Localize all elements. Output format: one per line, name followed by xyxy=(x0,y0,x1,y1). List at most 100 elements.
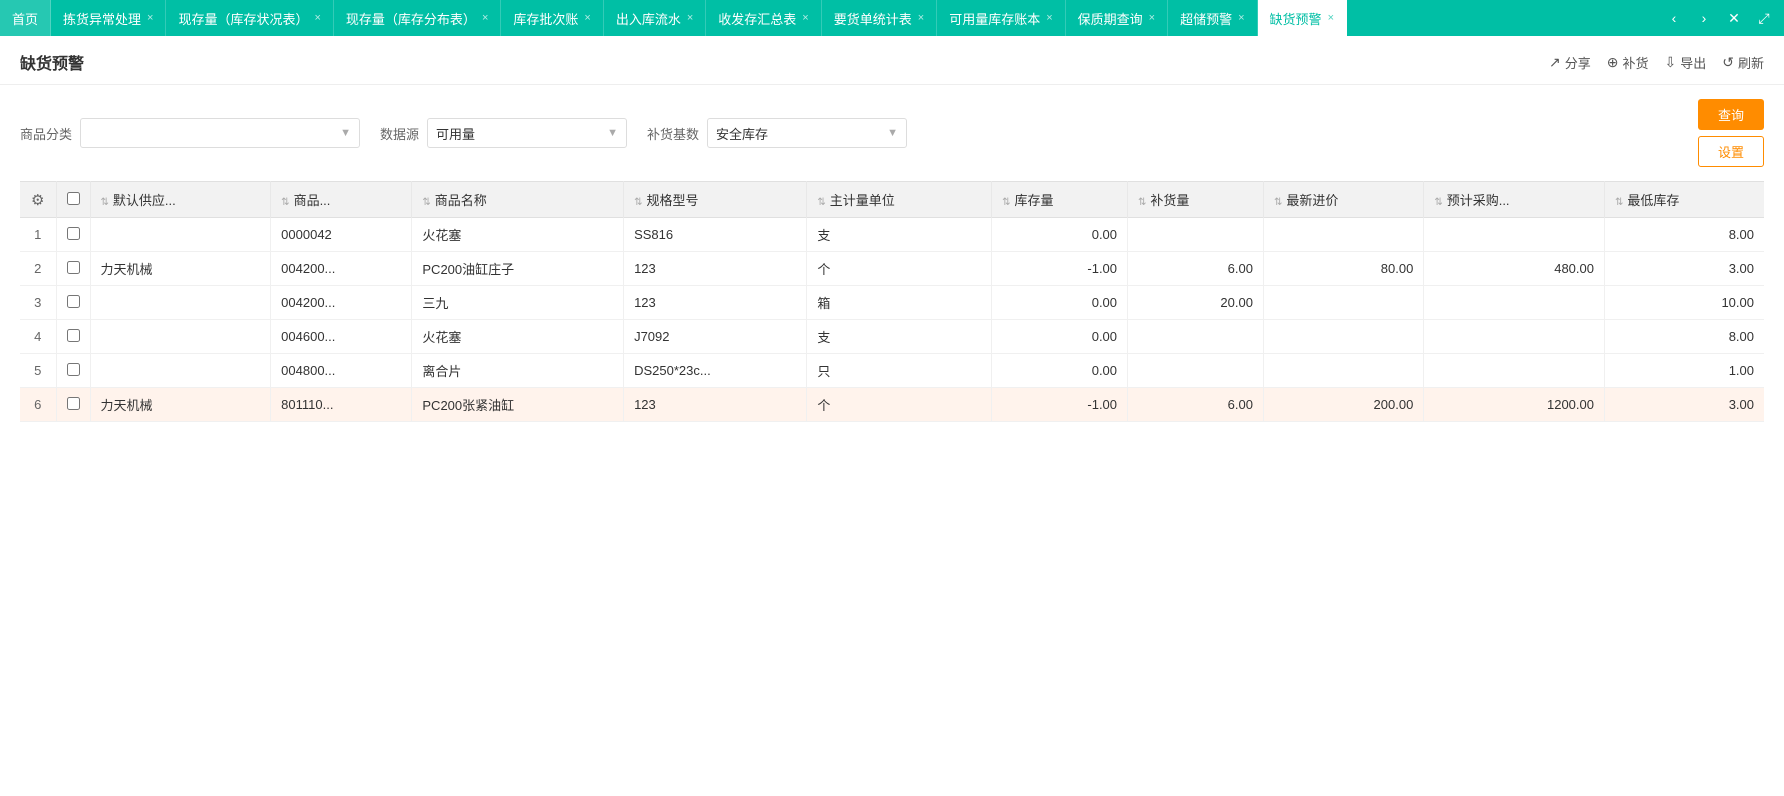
nav-tab-inventory-status[interactable]: 现存量（库存状况表）× xyxy=(166,0,333,36)
cell-product-name-3: 三九 xyxy=(412,286,624,320)
tab-close-overstock[interactable]: × xyxy=(1238,12,1244,24)
cell-estimated-purchase-6: 1200.00 xyxy=(1424,388,1605,422)
datasource-value: 可用量 xyxy=(436,124,475,143)
setting-button[interactable]: 设置 xyxy=(1698,136,1764,167)
cell-stock-5: 0.00 xyxy=(992,354,1128,388)
row-checkbox-6[interactable] xyxy=(67,397,80,410)
cell-latest-price-5 xyxy=(1263,354,1423,388)
share-button[interactable]: ↗ 分享 xyxy=(1549,53,1591,72)
nav-prev-button[interactable]: ‹ xyxy=(1660,4,1688,32)
replenish-basis-value: 安全库存 xyxy=(716,124,768,143)
nav-close-button[interactable]: ✕ xyxy=(1720,4,1748,32)
replenish-basis-select[interactable]: 安全库存 ▼ xyxy=(707,118,907,148)
cell-unit-6: 个 xyxy=(807,388,992,422)
nav-next-button[interactable]: › xyxy=(1690,4,1718,32)
tab-close-collect-summary[interactable]: × xyxy=(802,12,808,24)
cell-min-stock-2: 3.00 xyxy=(1604,252,1764,286)
column-settings-icon[interactable]: ⚙ xyxy=(31,192,44,209)
nav-tab-inventory-dist[interactable]: 现存量（库存分布表）× xyxy=(334,0,501,36)
cell-supplier-4 xyxy=(90,320,271,354)
th-estimated-purchase[interactable]: ⇅预计采购... xyxy=(1424,182,1605,218)
table-row: 3 004200... 三九 123 箱 0.00 20.00 10.00 xyxy=(20,286,1764,320)
nav-tab-available-ledger[interactable]: 可用量库存账本× xyxy=(937,0,1065,36)
filter-bar: 商品分类 ▼ 数据源 可用量 ▼ 补货基数 安全库存 ▼ 查询 设置 xyxy=(0,85,1784,181)
th-supplier[interactable]: ⇅默认供应... xyxy=(90,182,271,218)
tab-close-available-ledger[interactable]: × xyxy=(1046,12,1052,24)
cell-supplier-5 xyxy=(90,354,271,388)
query-button[interactable]: 查询 xyxy=(1698,99,1764,130)
replenish-basis-chevron-icon: ▼ xyxy=(887,127,898,139)
tab-close-demand-stat[interactable]: × xyxy=(918,12,924,24)
row-check-1[interactable] xyxy=(56,218,90,252)
cell-product-name-5: 离合片 xyxy=(412,354,624,388)
th-unit[interactable]: ⇅主计量单位 xyxy=(807,182,992,218)
nav-tab-demand-stat[interactable]: 要货单统计表× xyxy=(822,0,937,36)
row-check-6[interactable] xyxy=(56,388,90,422)
cell-stock-4: 0.00 xyxy=(992,320,1128,354)
replenish-button[interactable]: ⊕ 补货 xyxy=(1607,53,1649,72)
nav-tab-shortage[interactable]: 缺货预警× xyxy=(1258,0,1347,36)
row-checkbox-4[interactable] xyxy=(67,329,80,342)
cell-min-stock-6: 3.00 xyxy=(1604,388,1764,422)
select-all-checkbox[interactable] xyxy=(67,192,80,205)
export-button[interactable]: ⇩ 导出 xyxy=(1665,53,1707,72)
cell-supplier-2: 力天机械 xyxy=(90,252,271,286)
cell-replenish-qty-4 xyxy=(1128,320,1264,354)
tab-close-abnormal[interactable]: × xyxy=(147,12,153,24)
tab-close-expiry-query[interactable]: × xyxy=(1149,12,1155,24)
cell-replenish-qty-2: 6.00 xyxy=(1128,252,1264,286)
nav-tab-collect-summary[interactable]: 收发存汇总表× xyxy=(706,0,821,36)
nav-tab-overstock[interactable]: 超储预警× xyxy=(1168,0,1257,36)
row-checkbox-3[interactable] xyxy=(67,295,80,308)
row-checkbox-2[interactable] xyxy=(67,261,80,274)
cell-product-code-5: 004800... xyxy=(271,354,412,388)
main-content: 缺货预警 ↗ 分享 ⊕ 补货 ⇩ 导出 ↺ 刷新 商品分类 xyxy=(0,36,1784,796)
th-spec[interactable]: ⇅规格型号 xyxy=(624,182,807,218)
refresh-button[interactable]: ↺ 刷新 xyxy=(1722,53,1764,72)
row-checkbox-1[interactable] xyxy=(67,227,80,240)
cell-unit-3: 箱 xyxy=(807,286,992,320)
th-stock[interactable]: ⇅库存量 xyxy=(992,182,1128,218)
nav-tab-inout-flow[interactable]: 出入库流水× xyxy=(604,0,706,36)
th-product-code[interactable]: ⇅商品... xyxy=(271,182,412,218)
th-min-stock[interactable]: ⇅最低库存 xyxy=(1604,182,1764,218)
datasource-select[interactable]: 可用量 ▼ xyxy=(427,118,627,148)
nav-tab-expiry-query[interactable]: 保质期查询× xyxy=(1066,0,1168,36)
top-navigation: 首页拣货异常处理×现存量（库存状况表）×现存量（库存分布表）×库存批次账×出入库… xyxy=(0,0,1784,36)
tab-close-shortage[interactable]: × xyxy=(1328,12,1334,24)
row-checkbox-5[interactable] xyxy=(67,363,80,376)
row-num-4: 4 xyxy=(20,320,56,354)
cell-spec-4: J7092 xyxy=(624,320,807,354)
cell-replenish-qty-6: 6.00 xyxy=(1128,388,1264,422)
row-check-2[interactable] xyxy=(56,252,90,286)
th-product-name[interactable]: ⇅商品名称 xyxy=(412,182,624,218)
row-check-5[interactable] xyxy=(56,354,90,388)
tab-close-inventory-dist[interactable]: × xyxy=(482,12,488,24)
cell-estimated-purchase-3 xyxy=(1424,286,1605,320)
replenish-basis-label: 补货基数 xyxy=(647,124,699,143)
datasource-filter-group: 数据源 可用量 ▼ xyxy=(380,118,627,148)
nav-expand-button[interactable]: ⤢ xyxy=(1750,4,1778,32)
export-label: 导出 xyxy=(1680,53,1706,72)
tab-close-inout-flow[interactable]: × xyxy=(687,12,693,24)
nav-tab-abnormal[interactable]: 拣货异常处理× xyxy=(51,0,166,36)
th-replenish-qty[interactable]: ⇅补货量 xyxy=(1128,182,1264,218)
row-check-4[interactable] xyxy=(56,320,90,354)
nav-tab-home[interactable]: 首页 xyxy=(0,0,51,36)
row-check-3[interactable] xyxy=(56,286,90,320)
replenish-icon: ⊕ xyxy=(1607,54,1619,71)
tabs-container: 首页拣货异常处理×现存量（库存状况表）×现存量（库存分布表）×库存批次账×出入库… xyxy=(0,0,1654,36)
th-latest-price[interactable]: ⇅最新进价 xyxy=(1263,182,1423,218)
row-num-6: 6 xyxy=(20,388,56,422)
cell-unit-5: 只 xyxy=(807,354,992,388)
cell-product-code-6: 801110... xyxy=(271,388,412,422)
cell-unit-2: 个 xyxy=(807,252,992,286)
table-wrapper: ⚙ ⇅默认供应... ⇅商品... ⇅商品名称 ⇅规格型号 ⇅主计量单位 ⇅库存… xyxy=(0,181,1784,422)
tab-close-batch-account[interactable]: × xyxy=(584,12,590,24)
cell-supplier-6: 力天机械 xyxy=(90,388,271,422)
nav-tab-batch-account[interactable]: 库存批次账× xyxy=(501,0,603,36)
category-select[interactable]: ▼ xyxy=(80,118,360,148)
tab-close-inventory-status[interactable]: × xyxy=(314,12,320,24)
cell-estimated-purchase-1 xyxy=(1424,218,1605,252)
datasource-chevron-icon: ▼ xyxy=(607,127,618,139)
